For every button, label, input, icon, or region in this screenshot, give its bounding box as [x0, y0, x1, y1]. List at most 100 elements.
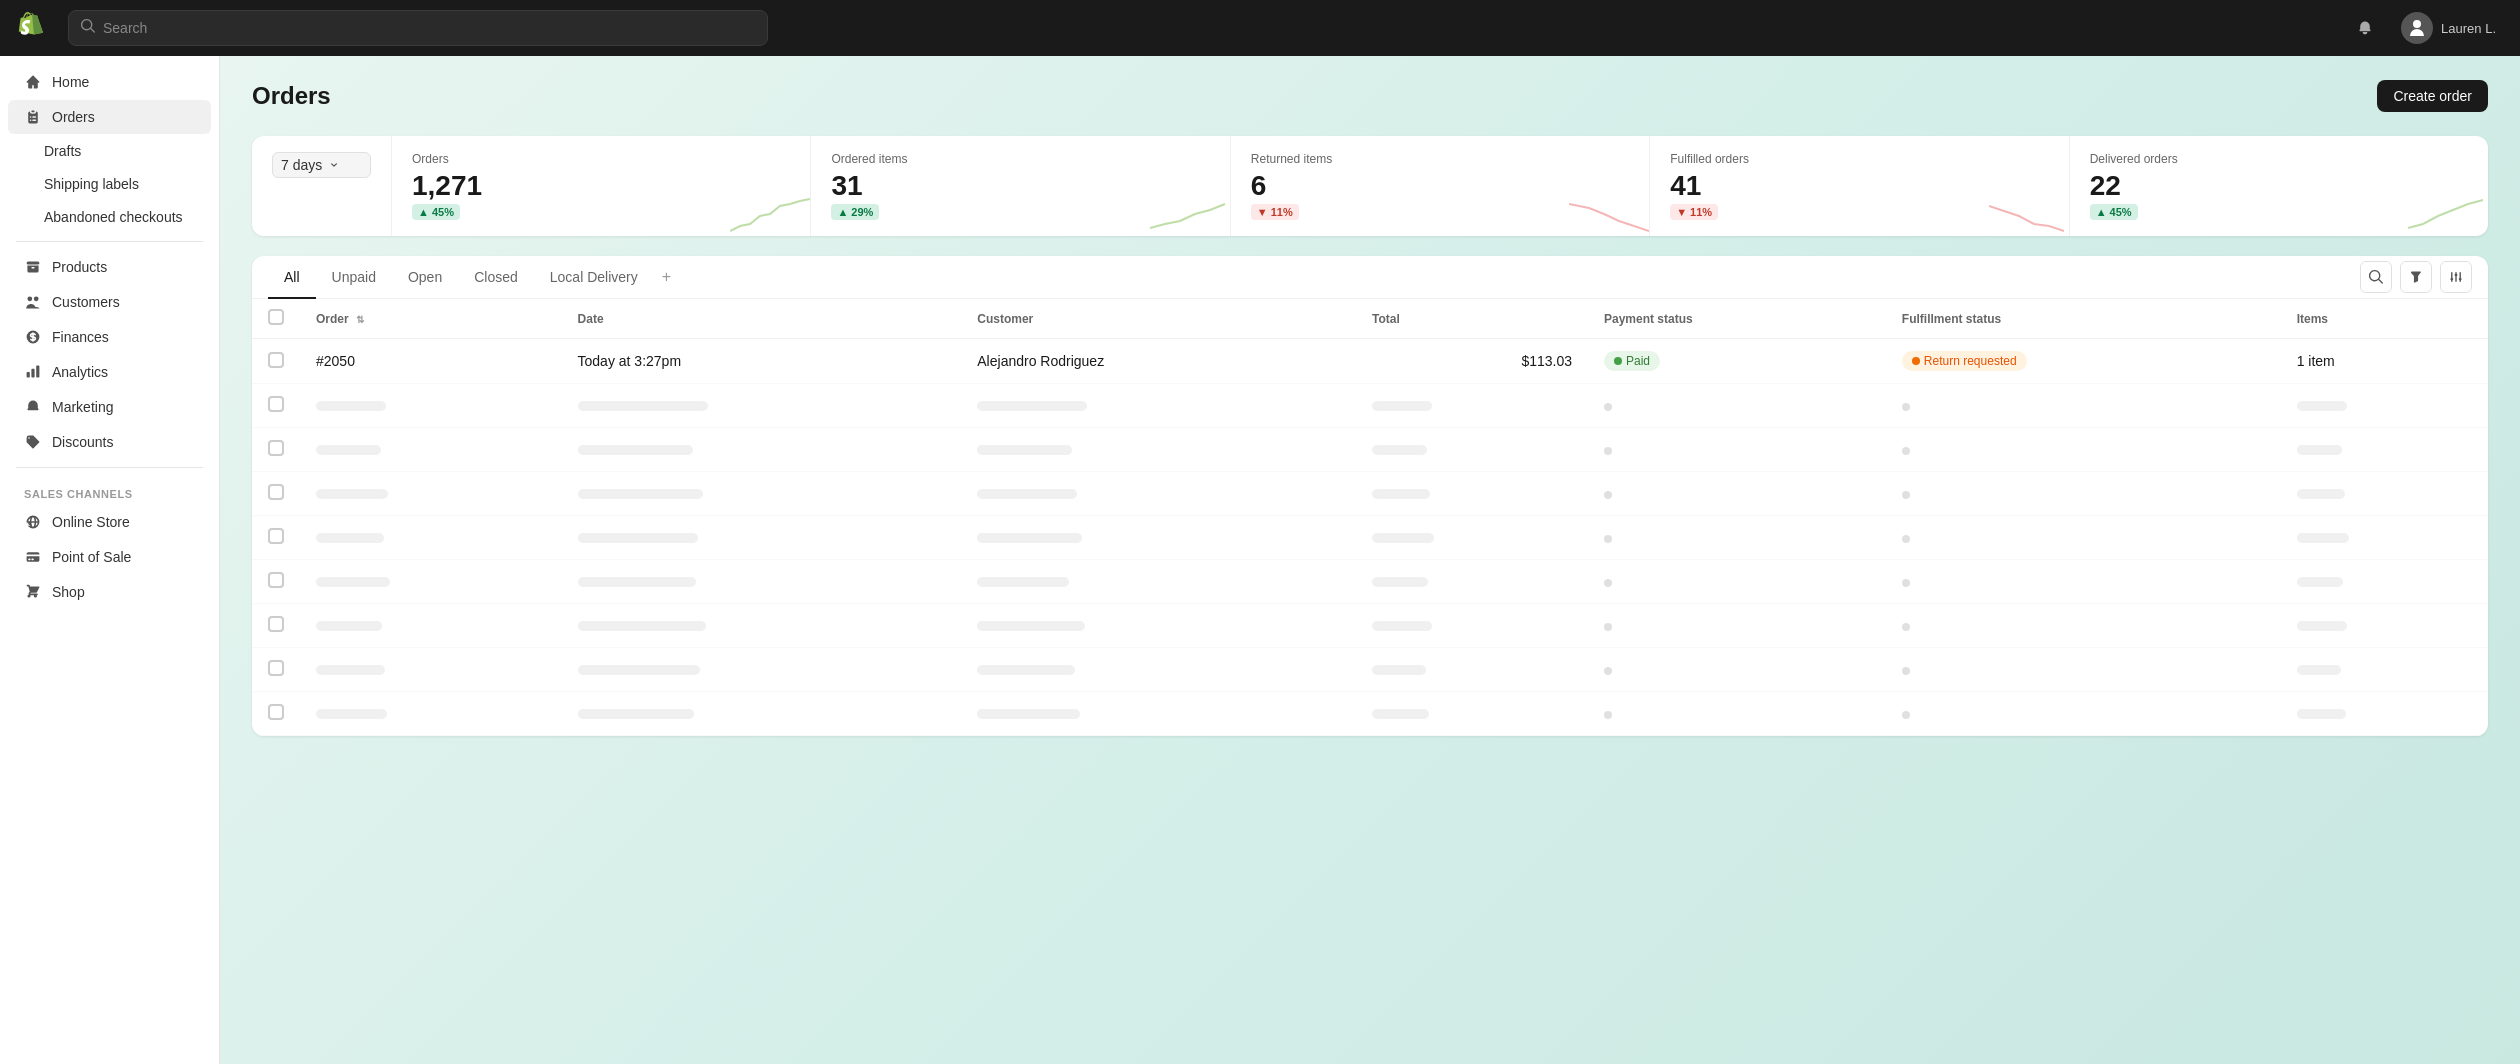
table-row	[252, 472, 2488, 516]
col-order-header[interactable]: Order ⇅	[300, 299, 562, 339]
tab-all[interactable]: All	[268, 257, 316, 299]
loading-bar	[977, 621, 1085, 631]
stat-orders-label: Orders	[412, 152, 790, 166]
sidebar-item-point-of-sale[interactable]: Point of Sale	[8, 540, 211, 574]
sidebar-item-finances[interactable]: Finances	[8, 320, 211, 354]
orders-icon	[24, 108, 42, 126]
sidebar-item-shop[interactable]: Shop	[8, 575, 211, 609]
sidebar-item-discounts-label: Discounts	[52, 434, 113, 450]
sidebar-item-abandoned-checkouts-label: Abandoned checkouts	[44, 209, 183, 225]
loading-bar	[2297, 709, 2346, 719]
finances-icon	[24, 328, 42, 346]
stat-fulfilled-orders-badge: ▼11%	[1670, 204, 1718, 220]
row-checkbox[interactable]	[268, 660, 284, 676]
row-checkbox[interactable]	[268, 352, 284, 368]
loading-bar	[1372, 489, 1430, 499]
sidebar-item-shipping-labels[interactable]: Shipping labels	[8, 168, 211, 200]
loading-dot	[1902, 579, 1910, 587]
loading-bar	[977, 665, 1075, 675]
sidebar-item-home[interactable]: Home	[8, 65, 211, 99]
loading-dot	[1902, 403, 1910, 411]
days-selector[interactable]: 7 days	[272, 152, 371, 178]
sidebar-item-discounts[interactable]: Discounts	[8, 425, 211, 459]
row-checkbox-cell[interactable]	[252, 339, 300, 384]
loading-dot	[1902, 491, 1910, 499]
sidebar-item-point-of-sale-label: Point of Sale	[52, 549, 131, 565]
products-icon	[24, 258, 42, 276]
tab-local-delivery[interactable]: Local Delivery	[534, 257, 654, 299]
row-payment-status: Paid	[1588, 339, 1886, 384]
logo[interactable]	[16, 12, 48, 44]
bell-button[interactable]	[2349, 12, 2381, 44]
sidebar-item-shop-label: Shop	[52, 584, 85, 600]
divider-1	[16, 241, 203, 242]
sidebar-item-analytics[interactable]: Analytics	[8, 355, 211, 389]
loading-dot	[1604, 711, 1612, 719]
row-checkbox[interactable]	[268, 572, 284, 588]
tab-closed[interactable]: Closed	[458, 257, 534, 299]
sidebar-item-finances-label: Finances	[52, 329, 109, 345]
table-row	[252, 648, 2488, 692]
row-checkbox[interactable]	[268, 396, 284, 412]
sidebar-item-customers[interactable]: Customers	[8, 285, 211, 319]
stat-fulfilled-orders-label: Fulfilled orders	[1670, 152, 2048, 166]
select-all-checkbox[interactable]	[268, 309, 284, 325]
sidebar-item-online-store[interactable]: Online Store	[8, 505, 211, 539]
loading-bar	[1372, 533, 1434, 543]
create-order-button[interactable]: Create order	[2377, 80, 2488, 112]
row-checkbox[interactable]	[268, 528, 284, 544]
loading-bar	[578, 709, 694, 719]
sidebar-item-orders-label: Orders	[52, 109, 95, 125]
row-checkbox[interactable]	[268, 484, 284, 500]
col-items-header: Items	[2281, 299, 2488, 339]
row-checkbox[interactable]	[268, 440, 284, 456]
loading-dot	[1902, 447, 1910, 455]
tab-unpaid[interactable]: Unpaid	[316, 257, 392, 299]
col-date-header: Date	[562, 299, 962, 339]
sidebar-item-drafts[interactable]: Drafts	[8, 135, 211, 167]
sidebar-item-analytics-label: Analytics	[52, 364, 108, 380]
table-row[interactable]: #2050 Today at 3:27pm Alejandro Rodrigue…	[252, 339, 2488, 384]
loading-bar	[1372, 709, 1429, 719]
stat-fulfilled-orders: Fulfilled orders 41 ▼11%	[1650, 136, 2069, 236]
tab-open[interactable]: Open	[392, 257, 458, 299]
search-table-button[interactable]	[2360, 261, 2392, 293]
order-sort-icon: ⇅	[356, 314, 364, 325]
loading-bar	[2297, 577, 2343, 587]
order-link[interactable]: #2050	[316, 353, 355, 369]
payment-status-badge: Paid	[1604, 351, 1660, 371]
sort-table-button[interactable]	[2440, 261, 2472, 293]
loading-bar	[578, 533, 698, 543]
analytics-icon	[24, 363, 42, 381]
loading-bar	[578, 489, 703, 499]
sidebar-item-abandoned-checkouts[interactable]: Abandoned checkouts	[8, 201, 211, 233]
tab-add-button[interactable]: +	[654, 256, 679, 298]
stat-orders-badge: ▲45%	[412, 204, 460, 220]
sidebar-item-products[interactable]: Products	[8, 250, 211, 284]
user-menu-button[interactable]: Lauren L.	[2393, 8, 2504, 48]
loading-dot	[1604, 623, 1612, 631]
filter-table-button[interactable]	[2400, 261, 2432, 293]
table-tabs: All Unpaid Open Closed Local Delivery +	[252, 256, 2488, 299]
sidebar-item-marketing[interactable]: Marketing	[8, 390, 211, 424]
loading-dot	[1902, 711, 1910, 719]
orders-table: Order ⇅ Date Customer Total Payment stat…	[252, 299, 2488, 736]
loading-dot	[1902, 535, 1910, 543]
row-total: $113.03	[1356, 339, 1588, 384]
table-row	[252, 428, 2488, 472]
loading-dot	[1902, 667, 1910, 675]
discounts-icon	[24, 433, 42, 451]
search-bar[interactable]: Search	[68, 10, 768, 46]
user-name: Lauren L.	[2441, 21, 2496, 36]
loading-bar	[977, 445, 1072, 455]
search-placeholder: Search	[103, 20, 147, 36]
loading-bar	[316, 445, 381, 455]
row-checkbox[interactable]	[268, 704, 284, 720]
sidebar-item-orders[interactable]: Orders	[8, 100, 211, 134]
home-icon	[24, 73, 42, 91]
row-order[interactable]: #2050	[300, 339, 562, 384]
row-checkbox[interactable]	[268, 616, 284, 632]
table-row	[252, 384, 2488, 428]
loading-bar	[316, 533, 384, 543]
select-all-header[interactable]	[252, 299, 300, 339]
